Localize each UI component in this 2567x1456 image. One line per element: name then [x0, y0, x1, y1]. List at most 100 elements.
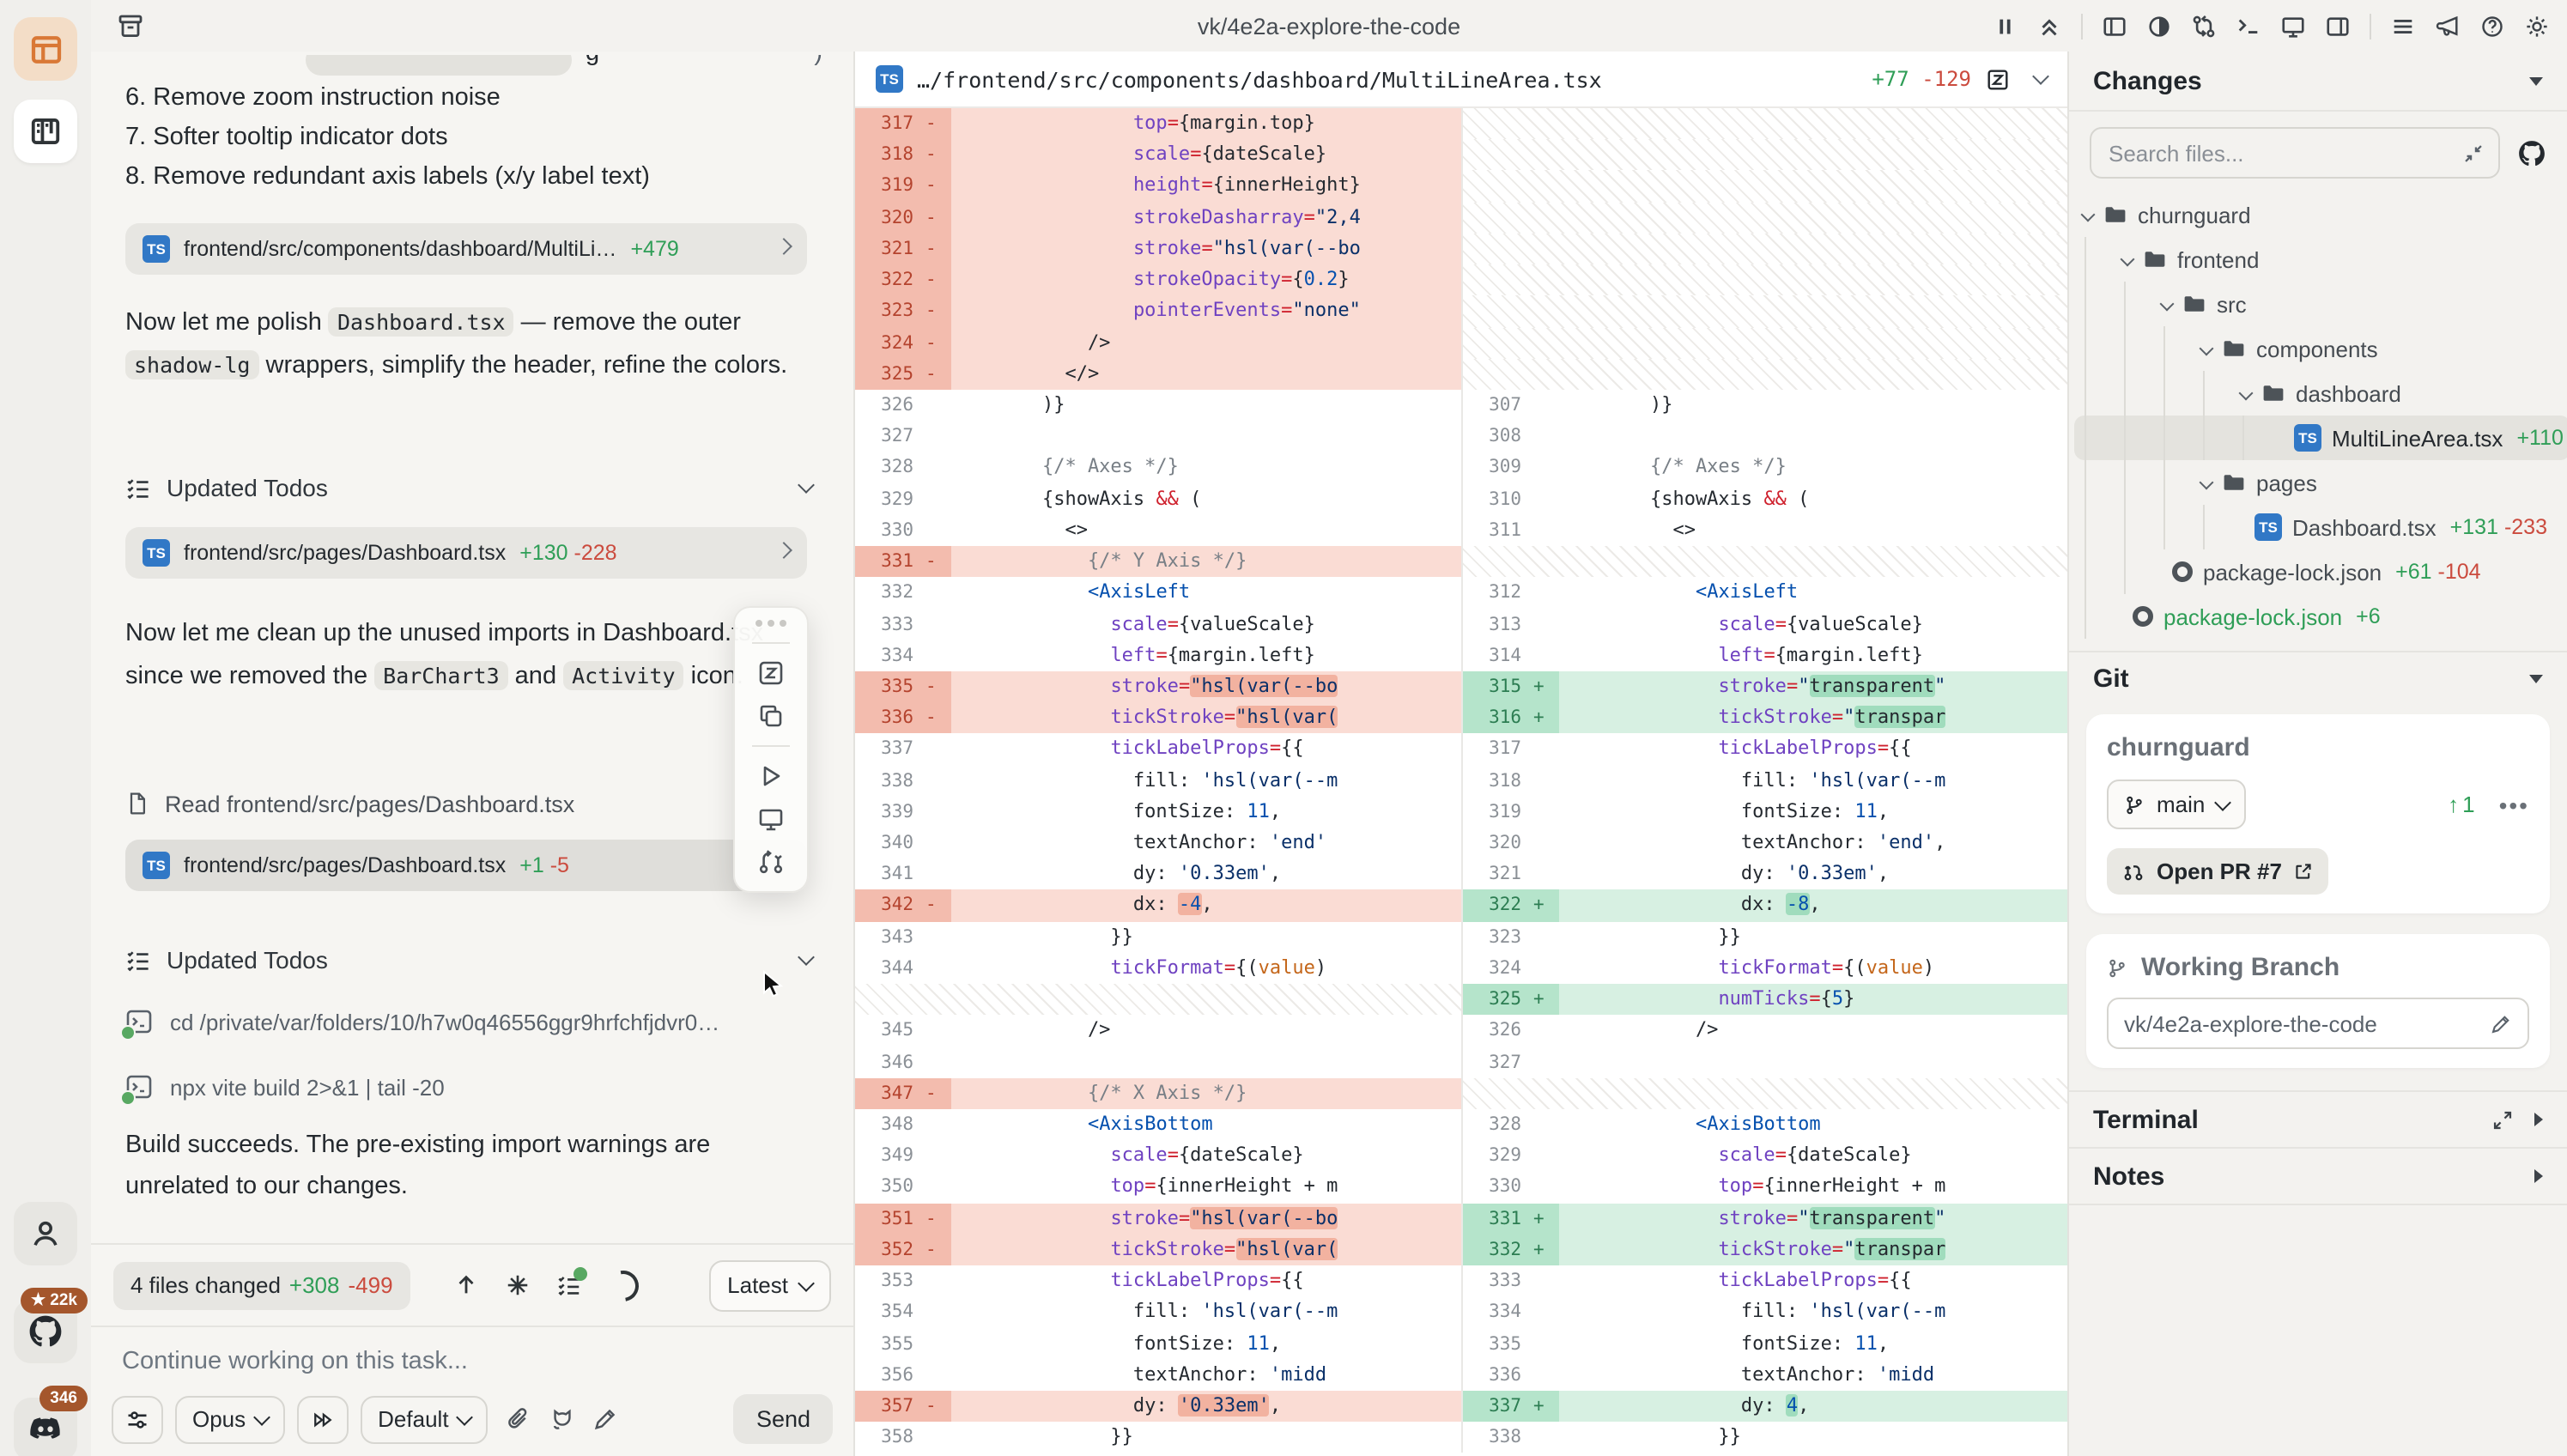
file-change-chip[interactable]: TS frontend/src/pages/Dashboard.tsx +130…: [125, 527, 807, 579]
open-pr-button[interactable]: Open PR #7: [2107, 848, 2328, 895]
chevron-down-icon[interactable]: [2032, 68, 2049, 85]
copy-icon[interactable]: [757, 702, 785, 730]
kanban-view-button[interactable]: [14, 100, 77, 163]
account-button[interactable]: [14, 1202, 77, 1265]
diff-code-cell: 321- stroke="hsl(var(--bo: [855, 234, 1461, 264]
changes-section-header[interactable]: Changes: [2069, 52, 2567, 110]
diff-code-cell: 338 }}: [1461, 1422, 2067, 1453]
discord-button[interactable]: 346: [14, 1398, 77, 1456]
mode-dropdown[interactable]: Default: [361, 1395, 488, 1443]
working-branch-field[interactable]: vk/4e2a-explore-the-code: [2107, 998, 2529, 1049]
tree-item-churnguard[interactable]: churnguard: [2069, 192, 2567, 237]
tree-item-label: dashboard: [2296, 380, 2401, 406]
diff-code-cell: 342- dx: -4,: [855, 890, 1461, 921]
diff-row: 346327: [855, 1046, 2067, 1077]
base-branch-dropdown[interactable]: main: [2107, 780, 2246, 829]
panel-left-icon[interactable]: [2102, 13, 2127, 39]
panel-right-icon[interactable]: [2325, 13, 2351, 39]
inline-diff-toggle-icon[interactable]: [1985, 66, 2011, 92]
diff-code-cell: 325- </>: [855, 359, 1461, 390]
file-change-chip[interactable]: TS frontend/src/components/dashboard/Mul…: [125, 223, 807, 275]
composer-settings-button[interactable]: [112, 1395, 163, 1443]
tree-item-dashboard[interactable]: dashboard: [2069, 371, 2567, 416]
drag-handle-icon[interactable]: [756, 620, 786, 627]
pause-icon[interactable]: [1992, 13, 2018, 39]
read-file-row[interactable]: Read frontend/src/pages/Dashboard.tsx: [125, 785, 574, 822]
tree-item-dashboard-tsx[interactable]: TSDashboard.tsx+131 -233: [2069, 505, 2567, 549]
settings-gear-icon[interactable]: [2524, 13, 2550, 39]
diff-code-cell: 349 scale={dateScale}: [855, 1140, 1461, 1171]
tree-item-src[interactable]: src: [2069, 282, 2567, 326]
diff-gap-cell: [1461, 546, 2067, 577]
todos-status-icon[interactable]: [556, 1272, 582, 1298]
git-compare-icon[interactable]: [757, 848, 785, 876]
folder-icon: [2103, 203, 2127, 227]
tree-item-package-lock-json[interactable]: package-lock.json+6: [2069, 594, 2567, 639]
megaphone-icon[interactable]: [2435, 13, 2461, 39]
chevron-right-icon: [775, 238, 792, 255]
terminal-icon[interactable]: [2236, 13, 2261, 39]
diff-row: 351- stroke="hsl(var(--bo331+ stroke="tr…: [855, 1203, 2067, 1234]
diff-row: 318- scale={dateScale}: [855, 139, 2067, 170]
diff-header[interactable]: TS …/frontend/src/components/dashboard/M…: [855, 52, 2067, 108]
tree-item-label: pages: [2256, 470, 2317, 495]
file-tree[interactable]: churnguardfrontendsrccomponents dashboard…: [2069, 189, 2567, 639]
tree-item-multilinearea-tsx[interactable]: TSMultiLineArea.tsx+110 -162: [2069, 416, 2567, 460]
files-changed-chip[interactable]: 4 files changed +308 -499: [113, 1261, 410, 1309]
collapse-tree-icon[interactable]: [2462, 142, 2485, 164]
fast-forward-button[interactable]: [297, 1395, 349, 1443]
model-dropdown[interactable]: Opus: [175, 1395, 285, 1443]
menu-icon[interactable]: [2390, 13, 2416, 39]
file-change-chip[interactable]: TS frontend/src/pages/Dashboard.tsx +1 -…: [125, 840, 807, 891]
diff-code-cell: 324 tickFormat={(value): [1461, 953, 2067, 984]
github-button[interactable]: ★ 22k: [14, 1300, 77, 1363]
search-input[interactable]: [2105, 138, 2462, 167]
burst-icon[interactable]: [505, 1272, 531, 1298]
terminal-section-header[interactable]: Terminal: [2069, 1092, 2567, 1147]
diff-edit-icon[interactable]: [757, 659, 785, 687]
git-section-header[interactable]: Git: [2069, 652, 2567, 704]
run-icon[interactable]: [757, 762, 785, 790]
tree-item-components[interactable]: components: [2069, 326, 2567, 371]
tree-item-frontend[interactable]: frontend: [2069, 237, 2567, 282]
terminal-command-row[interactable]: npx vite build 2>&1 | tail -20: [125, 1066, 445, 1107]
cat-icon[interactable]: [550, 1406, 576, 1432]
latest-dropdown[interactable]: Latest: [708, 1259, 831, 1311]
diff-rows[interactable]: 317- top={margin.top}318- scale={dateSca…: [855, 108, 2067, 1456]
diff-code-cell: 315+ stroke="transparent": [1461, 671, 2067, 702]
tree-item-pages[interactable]: pages: [2069, 460, 2567, 505]
diff-code-cell: 320 textAnchor: 'end',: [1461, 828, 2067, 858]
commits-ahead[interactable]: ↑1: [2448, 792, 2474, 817]
edit-pencil-icon[interactable]: [2490, 1012, 2512, 1034]
archive-icon[interactable]: [117, 12, 144, 39]
diff-code-cell: 326 />: [1461, 1016, 2067, 1046]
octocat-icon[interactable]: [2517, 138, 2546, 167]
diff-row: 332 <AxisLeft312 <AxisLeft: [855, 578, 2067, 609]
checklist-icon: [125, 947, 151, 973]
send-button[interactable]: Send: [734, 1394, 833, 1444]
chevron-down-icon: [798, 1274, 815, 1291]
monitor-icon[interactable]: [2280, 13, 2306, 39]
layout-view-button[interactable]: [14, 17, 77, 81]
terminal-command-row[interactable]: cd /private/var/folders/10/h7w0q46556ggr…: [125, 1001, 719, 1042]
diff-code-cell: 311 <>: [1461, 515, 2067, 546]
pen-icon[interactable]: [593, 1406, 619, 1432]
file-search-box[interactable]: [2090, 127, 2500, 179]
notes-section-header[interactable]: Notes: [2069, 1149, 2567, 1204]
updated-todos-row[interactable]: Updated Todos: [125, 941, 812, 979]
updated-todos-row[interactable]: Updated Todos: [125, 469, 812, 507]
chevron-down-icon: [2200, 342, 2214, 356]
working-branch-card: Working Branch vk/4e2a-explore-the-code: [2086, 934, 2550, 1068]
tree-item-package-lock-json[interactable]: package-lock.json+61 -104: [2069, 549, 2567, 594]
attach-icon[interactable]: [507, 1406, 533, 1432]
message-input[interactable]: [118, 1346, 826, 1377]
help-icon[interactable]: [2479, 13, 2505, 39]
more-options-icon[interactable]: •••: [2499, 791, 2529, 818]
expand-icon[interactable]: [2491, 1108, 2514, 1131]
diff-row: 354 fill: 'hsl(var(--m334 fill: 'hsl(var…: [855, 1297, 2067, 1328]
collapse-all-icon[interactable]: [2036, 13, 2062, 39]
contrast-icon[interactable]: [2146, 13, 2172, 39]
scroll-up-icon[interactable]: [453, 1272, 479, 1298]
preview-monitor-icon[interactable]: [757, 805, 785, 833]
git-compare-icon[interactable]: [2191, 13, 2217, 39]
